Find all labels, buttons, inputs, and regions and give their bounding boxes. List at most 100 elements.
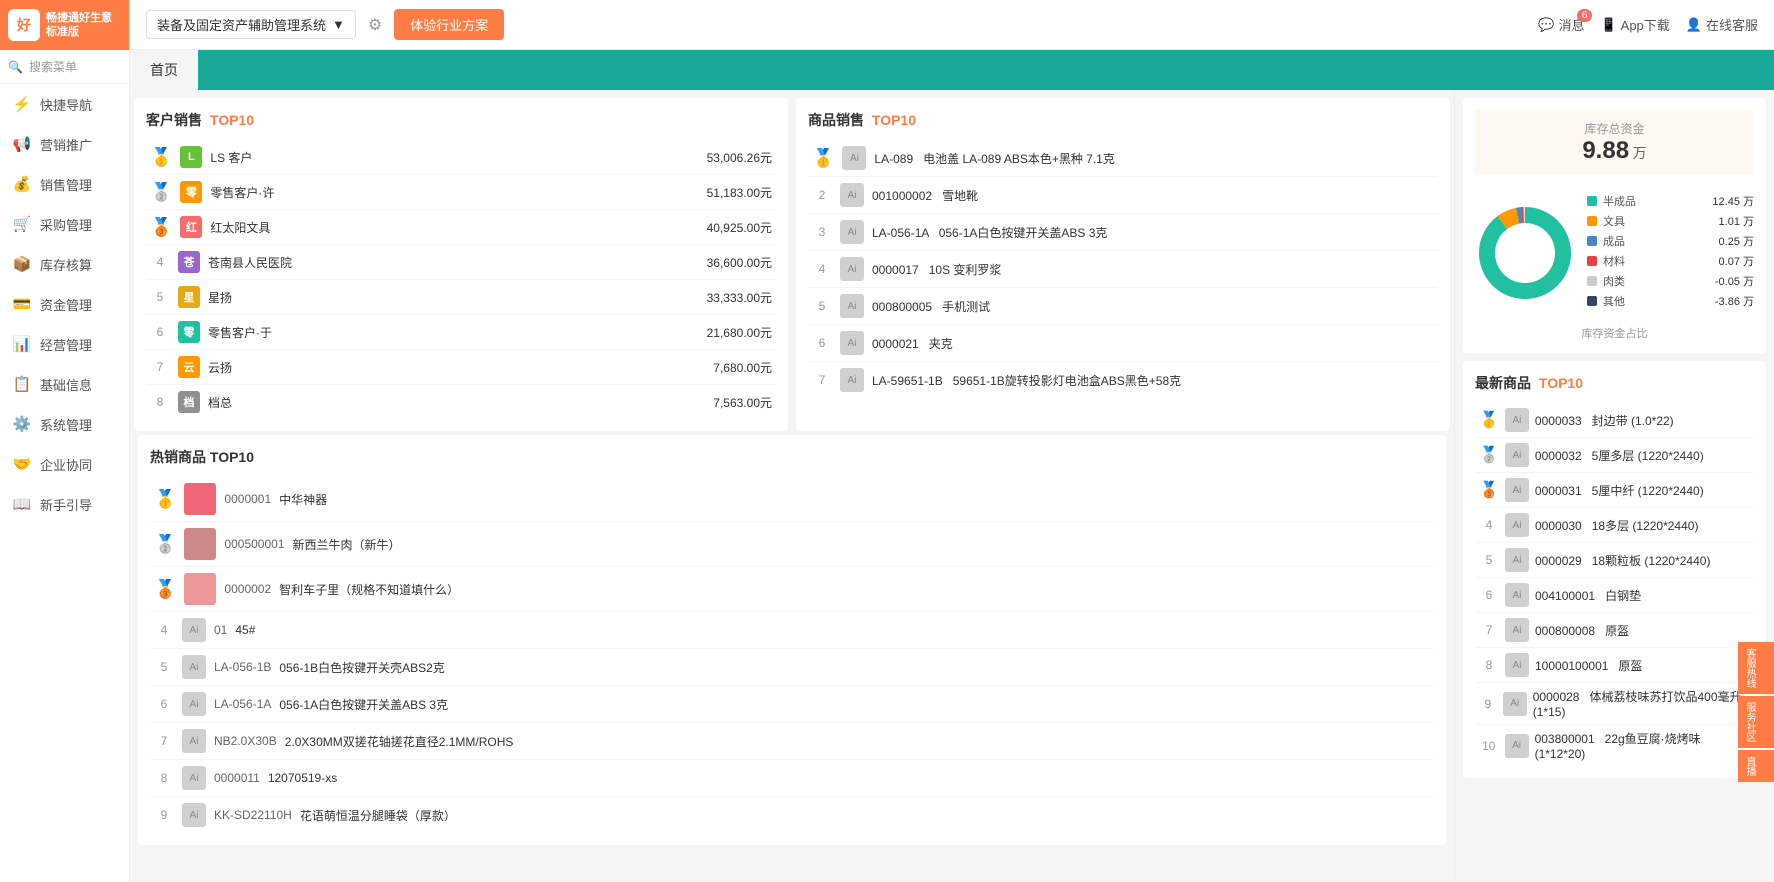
list-item: 🥉 红 红太阳文具 40,925.00元 (146, 210, 776, 245)
sidebar-item-sales[interactable]: 💰 销售管理 (0, 164, 129, 204)
sidebar-item-marketing[interactable]: 📢 营销推广 (0, 124, 129, 164)
product-thumbnail (184, 528, 216, 560)
medal-icon: 🥈 (1479, 445, 1499, 465)
settings-icon[interactable]: ⚙ (368, 15, 382, 35)
product-sales-top10-title: 商品销售 TOP10 (808, 110, 1438, 130)
list-item: 2 Ai 001000002 雪地靴 (808, 177, 1438, 214)
list-item: 4 苍 苍南县人民医院 36,600.00元 (146, 245, 776, 280)
legend-item: 文具 1.01 万 (1587, 213, 1754, 229)
product-img: Ai (1503, 692, 1527, 716)
list-item: 7 云 云扬 7,680.00元 (146, 350, 776, 385)
latest-products-section: 最新商品 TOP10 🥇 Ai 0000033 封边带 (1.0*22) 🥈 A… (1463, 361, 1766, 778)
inventory-section: 库存总资金 9.88 万 (1463, 98, 1766, 353)
customer-top10-title: 客户销售 TOP10 (146, 110, 776, 130)
sidebar-item-quick-nav[interactable]: ⚡ 快捷导航 (0, 84, 129, 124)
list-item: 4 Ai 0000017 10S 变利罗浆 (808, 251, 1438, 288)
online-service-button[interactable]: 👤 在线客服 (1686, 15, 1758, 34)
product-thumbnail: Ai (182, 692, 206, 716)
product-img: Ai (840, 183, 864, 207)
product-img: Ai (1505, 653, 1529, 677)
sidebar-item-guide[interactable]: 📖 新手引导 (0, 484, 129, 524)
service-community-button[interactable]: 服务社区 (1738, 696, 1774, 748)
list-item: 6 Ai 0000021 夹克 (808, 325, 1438, 362)
service-icon: 👤 (1686, 17, 1702, 33)
quick-nav-icon: ⚡ (12, 94, 32, 114)
list-item: 8 Ai 10000100001 原盔 (1475, 648, 1754, 683)
product-img: Ai (1505, 408, 1529, 432)
enterprise-icon: 🤝 (12, 454, 32, 474)
middle-col: 客户销售 TOP10 🥇 L LS 客户 53,006.26元 � (130, 90, 1454, 882)
list-item: 4 Ai 0000030 18多层 (1220*2440) (1475, 508, 1754, 543)
sidebar-item-purchase[interactable]: 🛒 采购管理 (0, 204, 129, 244)
list-item: 🥈 Ai 0000032 5厘多层 (1220*2440) (1475, 438, 1754, 473)
product-sales-top10-subtitle: TOP10 (872, 112, 916, 128)
customer-service-button[interactable]: 客服热线 (1738, 642, 1774, 694)
product-thumbnail: Ai (182, 803, 206, 827)
sidebar-item-basic-info[interactable]: 📋 基础信息 (0, 364, 129, 404)
chart-label: 库存资金占比 (1475, 325, 1754, 341)
list-item: 9 Ai 0000028 体械荔枝味苏打饮品400毫升 (1*15) (1475, 683, 1754, 725)
medal-icon-3: 🥉 (150, 217, 172, 238)
topbar: 装备及固定资产辅助管理系统 ▼ ⚙ 体验行业方案 💬 消息 6 📱 App下载 … (130, 0, 1774, 50)
logo-icon: 好 (8, 9, 40, 41)
mobile-icon: 📱 (1600, 17, 1616, 33)
app-download-button[interactable]: 📱 App下载 (1600, 15, 1669, 34)
medal-icon-2: 🥈 (150, 182, 172, 203)
list-item: 🥇 L LS 客户 53,006.26元 (146, 140, 776, 175)
message-icon: 💬 (1538, 17, 1554, 33)
medal-icon: 🥇 (1479, 410, 1499, 430)
sidebar-nav: ⚡ 快捷导航 📢 营销推广 💰 销售管理 🛒 采购管理 📦 库存核算 💳 资金管… (0, 84, 129, 882)
sidebar-item-inventory[interactable]: 📦 库存核算 (0, 244, 129, 284)
messages-button[interactable]: 💬 消息 6 (1538, 15, 1584, 34)
sidebar-item-finance[interactable]: 💳 资金管理 (0, 284, 129, 324)
system-select[interactable]: 装备及固定资产辅助管理系统 ▼ (146, 10, 356, 39)
live-stream-button[interactable]: 直播 (1738, 750, 1774, 782)
purchase-icon: 🛒 (12, 214, 32, 234)
guide-icon: 📖 (12, 494, 32, 514)
sidebar-item-enterprise[interactable]: 🤝 企业协同 (0, 444, 129, 484)
main-area: 装备及固定资产辅助管理系统 ▼ ⚙ 体验行业方案 💬 消息 6 📱 App下载 … (130, 0, 1774, 882)
hot-products-section: 热销商品 TOP10 🥇 0000001 中华神器 🥈 000500001 (138, 435, 1446, 845)
avatar: L (180, 146, 202, 168)
list-item: 🥈 000500001 新西兰牛肉（新牛） (150, 522, 1434, 567)
product-img: Ai (1505, 583, 1529, 607)
product-thumbnail: Ai (182, 655, 206, 679)
product-img: Ai (1505, 734, 1529, 758)
product-img: Ai (840, 220, 864, 244)
latest-products-list: 🥇 Ai 0000033 封边带 (1.0*22) 🥈 Ai 0000032 5… (1475, 403, 1754, 766)
hot-products-list: 🥇 0000001 中华神器 🥈 000500001 新西兰牛肉（新牛） (150, 477, 1434, 833)
trial-button[interactable]: 体验行业方案 (394, 9, 504, 40)
product-img: Ai (1505, 513, 1529, 537)
sidebar: 好 畅捷通好生意 标准版 🔍 搜索菜单 ⚡ 快捷导航 📢 营销推广 💰 销售管理… (0, 0, 130, 882)
list-item: 🥉 Ai 0000031 5厘中纤 (1220*2440) (1475, 473, 1754, 508)
list-item: 7 Ai NB2.0X30B 2.0X30MM双搓花轴搓花直径2.1MM/ROH… (150, 723, 1434, 760)
customer-list: 🥇 L LS 客户 53,006.26元 🥈 零 零售客户·许 51,183.0… (146, 140, 776, 419)
sidebar-item-system[interactable]: ⚙️ 系统管理 (0, 404, 129, 444)
list-item: 10 Ai 003800001 22g鱼豆腐·烧烤味 (1*12*20) (1475, 725, 1754, 766)
legend-dot (1587, 236, 1597, 246)
list-item: 🥇 Ai LA-089 电池盖 LA-089 ABS本色+黑种 7.1克 (808, 140, 1438, 177)
list-item: 5 Ai 000800005 手机测试 (808, 288, 1438, 325)
legend-dot (1587, 216, 1597, 226)
sidebar-item-operations[interactable]: 📊 经营管理 (0, 324, 129, 364)
product-img: Ai (842, 146, 866, 170)
product-img: Ai (840, 368, 864, 392)
list-item: 8 Ai 0000011 12070519-xs (150, 760, 1434, 797)
medal-icon: 🥇 (812, 148, 834, 169)
list-item: 6 Ai LA-056-1A 056-1A白色按键开关盖ABS 3克 (150, 686, 1434, 723)
medal-icon: 🥇 (154, 489, 176, 510)
medal-icon: 🥉 (1479, 480, 1499, 500)
content-body: 客户销售 TOP10 🥇 L LS 客户 53,006.26元 � (130, 90, 1774, 882)
legend-item: 半成品 12.45 万 (1587, 193, 1754, 209)
basic-info-icon: 📋 (12, 374, 32, 394)
list-item: 🥇 Ai 0000033 封边带 (1.0*22) (1475, 403, 1754, 438)
search-icon: 🔍 (8, 60, 23, 74)
list-item: 7 Ai LA-59651-1B 59651-1B旋转投影灯电池盒ABS黑色+5… (808, 362, 1438, 398)
tab-home[interactable]: 首页 (130, 50, 198, 90)
list-item: 5 星 星扬 33,333.00元 (146, 280, 776, 315)
legend-dot (1587, 196, 1597, 206)
medal-icon: 🥉 (154, 579, 176, 600)
list-item: 🥈 零 零售客户·许 51,183.00元 (146, 175, 776, 210)
search-menu[interactable]: 🔍 搜索菜单 (0, 50, 129, 84)
medal-icon-1: 🥇 (150, 147, 172, 168)
